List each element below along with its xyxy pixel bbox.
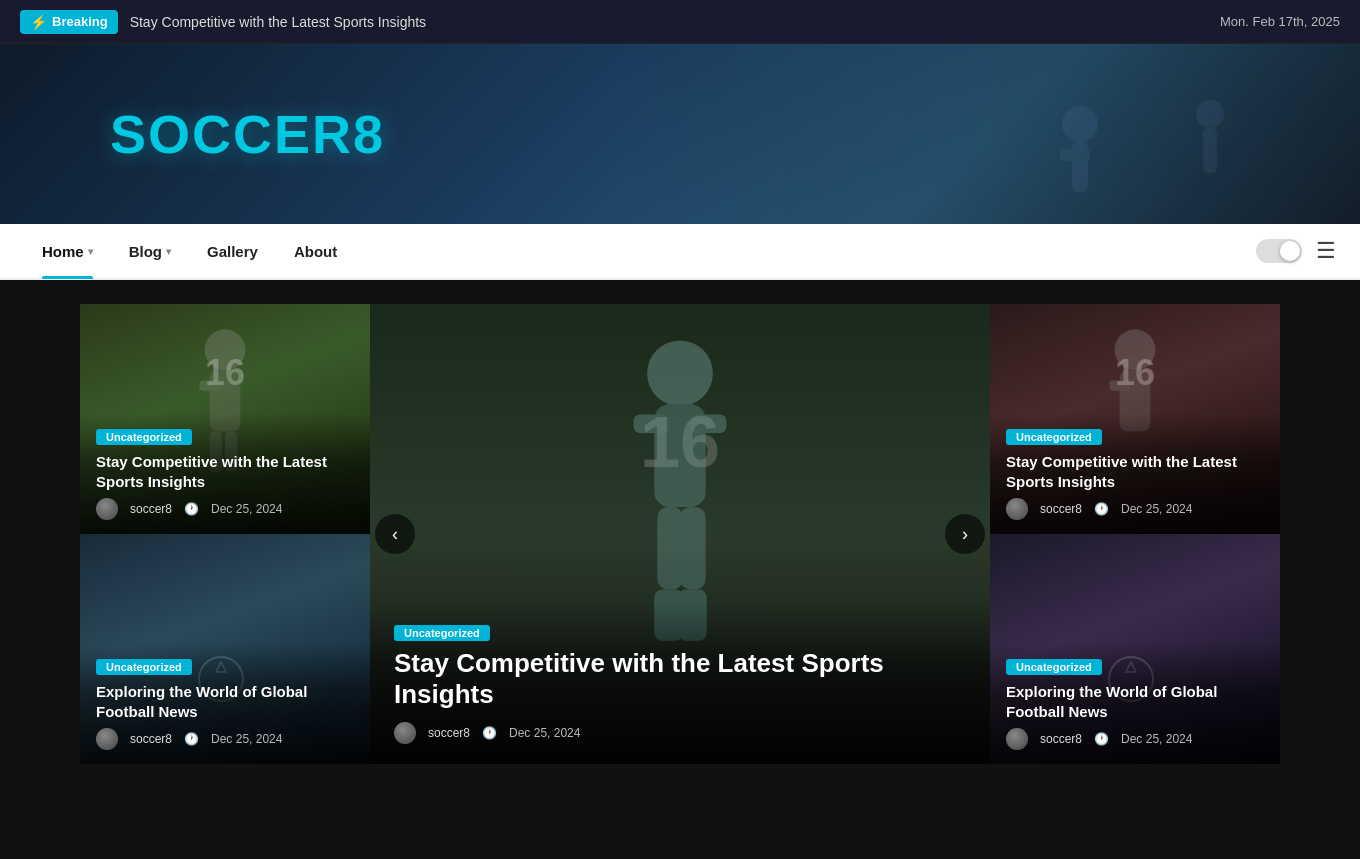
breaking-text: Stay Competitive with the Latest Sports …: [130, 14, 426, 30]
svg-rect-16: [657, 507, 683, 589]
svg-point-20: [1115, 329, 1156, 370]
title-center: Stay Competitive with the Latest Sports …: [394, 648, 966, 710]
meta-top-left: soccer8 🕐 Dec 25, 2024: [96, 498, 354, 520]
toggle-knob: [1280, 241, 1300, 261]
card-bottom-right-overlay: Uncategorized Exploring the World of Glo…: [990, 643, 1280, 764]
author-bottom-right: soccer8: [1040, 732, 1082, 746]
date-center: Dec 25, 2024: [509, 726, 580, 740]
carousel-next-button[interactable]: ›: [945, 514, 985, 554]
left-column: 16 Uncategorized Stay Competitive with t…: [80, 304, 370, 764]
author-bottom-left: soccer8: [130, 732, 172, 746]
clock-icon-tr: 🕐: [1094, 502, 1109, 516]
card-center[interactable]: 16 Uncategorized Stay Competitive with t…: [370, 304, 990, 764]
card-top-right-overlay: Uncategorized Stay Competitive with the …: [990, 413, 1280, 534]
breaking-left: ⚡ Breaking Stay Competitive with the Lat…: [20, 10, 426, 34]
clock-icon-bl: 🕐: [184, 732, 199, 746]
theme-toggle[interactable]: [1256, 239, 1302, 263]
card-bottom-left[interactable]: Uncategorized Exploring the World of Glo…: [80, 534, 370, 764]
nav-about[interactable]: About: [276, 223, 355, 279]
svg-rect-2: [1060, 149, 1090, 161]
logo-text: SOCCER8: [110, 107, 385, 161]
breaking-label: Breaking: [52, 14, 108, 29]
blog-arrow-icon: ▾: [166, 246, 171, 257]
avatar-top-right: [1006, 498, 1028, 520]
meta-bottom-left: soccer8 🕐 Dec 25, 2024: [96, 728, 354, 750]
right-column: 16 Uncategorized Stay Competitive with t…: [990, 304, 1280, 764]
hero-header: SOCCER8: [0, 44, 1360, 224]
svg-rect-22: [1109, 380, 1129, 390]
nav-controls: ☰: [1256, 238, 1336, 264]
svg-point-3: [1196, 100, 1224, 128]
date-bottom-left: Dec 25, 2024: [211, 732, 282, 746]
clock-icon-c: 🕐: [482, 726, 497, 740]
title-top-right: Stay Competitive with the Latest Sports …: [1006, 452, 1264, 491]
card-bottom-right[interactable]: Uncategorized Exploring the World of Glo…: [990, 534, 1280, 764]
site-logo[interactable]: SOCCER8: [110, 107, 385, 161]
breaking-bar: ⚡ Breaking Stay Competitive with the Lat…: [0, 0, 1360, 44]
meta-bottom-right: soccer8 🕐 Dec 25, 2024: [1006, 728, 1264, 750]
svg-rect-14: [634, 414, 670, 433]
badge-top-right: Uncategorized: [1006, 429, 1102, 445]
carousel-section: 16 Uncategorized Stay Competitive with t…: [0, 280, 1360, 788]
carousel-prev-button[interactable]: ‹: [375, 514, 415, 554]
center-overlay: Uncategorized Stay Competitive with the …: [370, 603, 990, 764]
card-top-left[interactable]: 16 Uncategorized Stay Competitive with t…: [80, 304, 370, 534]
bolt-icon: ⚡: [30, 14, 47, 30]
avatar-top-left: [96, 498, 118, 520]
svg-rect-7: [199, 380, 219, 390]
title-top-left: Stay Competitive with the Latest Sports …: [96, 452, 354, 491]
author-top-right: soccer8: [1040, 502, 1082, 516]
date-bottom-right: Dec 25, 2024: [1121, 732, 1192, 746]
title-bottom-left: Exploring the World of Global Football N…: [96, 682, 354, 721]
badge-center: Uncategorized: [394, 625, 490, 641]
date-top-right: Dec 25, 2024: [1121, 502, 1192, 516]
breaking-date: Mon. Feb 17th, 2025: [1220, 14, 1340, 29]
badge-bottom-left: Uncategorized: [96, 659, 192, 675]
nav-home[interactable]: Home ▾: [24, 223, 111, 279]
svg-point-0: [1062, 106, 1098, 142]
svg-point-5: [205, 329, 246, 370]
svg-rect-17: [680, 507, 706, 589]
card-top-left-overlay: Uncategorized Stay Competitive with the …: [80, 413, 370, 534]
home-arrow-icon: ▾: [88, 246, 93, 257]
main-nav: Home ▾ Blog ▾ Gallery About ☰: [0, 224, 1360, 280]
badge-bottom-right: Uncategorized: [1006, 659, 1102, 675]
hamburger-icon[interactable]: ☰: [1316, 238, 1336, 264]
nav-blog[interactable]: Blog ▾: [111, 223, 189, 279]
svg-rect-15: [690, 414, 726, 433]
svg-rect-4: [1203, 128, 1217, 173]
avatar-center: [394, 722, 416, 744]
badge-top-left: Uncategorized: [96, 429, 192, 445]
clock-icon-br: 🕐: [1094, 732, 1109, 746]
meta-top-right: soccer8 🕐 Dec 25, 2024: [1006, 498, 1264, 520]
meta-center: soccer8 🕐 Dec 25, 2024: [394, 722, 966, 744]
card-bottom-left-overlay: Uncategorized Exploring the World of Glo…: [80, 643, 370, 764]
nav-links: Home ▾ Blog ▾ Gallery About: [24, 223, 355, 279]
nav-gallery[interactable]: Gallery: [189, 223, 276, 279]
title-bottom-right: Exploring the World of Global Football N…: [1006, 682, 1264, 721]
author-top-left: soccer8: [130, 502, 172, 516]
card-top-right[interactable]: 16 Uncategorized Stay Competitive with t…: [990, 304, 1280, 534]
svg-rect-1: [1072, 142, 1088, 192]
clock-icon-tl: 🕐: [184, 502, 199, 516]
author-center: soccer8: [428, 726, 470, 740]
svg-point-12: [647, 340, 713, 406]
carousel-grid: 16 Uncategorized Stay Competitive with t…: [80, 304, 1280, 764]
breaking-badge: ⚡ Breaking: [20, 10, 118, 34]
date-top-left: Dec 25, 2024: [211, 502, 282, 516]
avatar-bottom-left: [96, 728, 118, 750]
avatar-bottom-right: [1006, 728, 1028, 750]
